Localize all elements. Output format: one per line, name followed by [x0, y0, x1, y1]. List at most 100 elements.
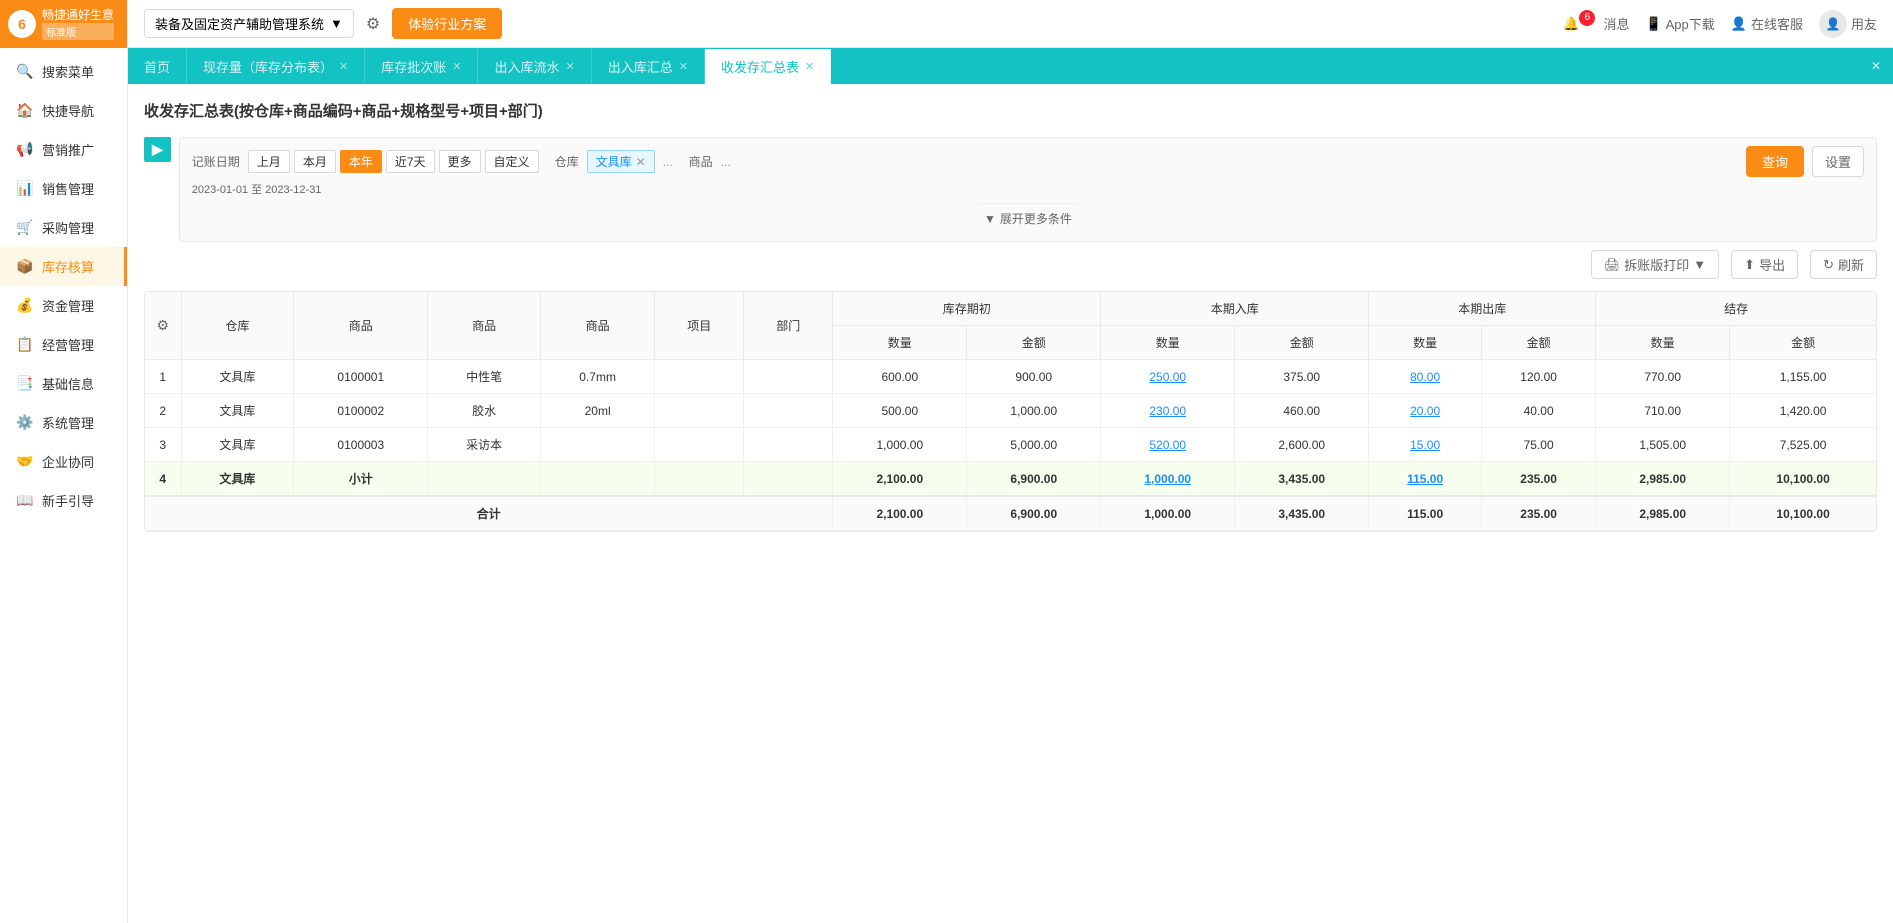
system-select[interactable]: 装备及固定资产辅助管理系统 ▼ [144, 9, 354, 38]
warehouse-tag-close[interactable]: ✕ [636, 155, 646, 169]
cell-init-amt: 5,000.00 [967, 428, 1101, 462]
sidebar-item-finance[interactable]: 💰 资金管理 [0, 286, 127, 325]
refresh-button[interactable]: ↻ 刷新 [1810, 250, 1877, 279]
filter-row: 记账日期 上月 本月 本年 近7天 更多 自定义 仓库 [192, 146, 1864, 177]
th-settings[interactable]: ⚙ [145, 292, 181, 360]
settings-icon[interactable]: ⚙ [366, 14, 380, 34]
th-init-amt: 金额 [967, 326, 1101, 360]
date-btn-7days[interactable]: 近7天 [386, 150, 435, 173]
cell-in-qty[interactable]: 520.00 [1101, 428, 1235, 462]
cell-out-amt: 40.00 [1482, 394, 1596, 428]
print-button[interactable]: 🖨 拆账版打印 ▼ [1591, 250, 1719, 279]
setting-button[interactable]: 设置 [1812, 146, 1864, 177]
page-title: 收发存汇总表(按仓库+商品编码+商品+规格型号+项目+部门) [144, 100, 1877, 121]
cell-in-qty[interactable]: 250.00 [1101, 360, 1235, 394]
table-row: 2 文具库 0100002 胶水 20ml 500.00 1,000.00 23… [145, 394, 1876, 428]
cell-out-qty[interactable]: 80.00 [1369, 360, 1482, 394]
query-button[interactable]: 查询 [1746, 146, 1804, 177]
tab-flow[interactable]: 出入库流水 ✕ [478, 49, 591, 84]
column-settings-icon[interactable]: ⚙ [156, 317, 169, 333]
total-in-amt: 3,435.00 [1235, 496, 1369, 531]
sidebar-logo: 6 畅捷通好生意 标准版 [0, 0, 127, 48]
sidebar-item-inventory[interactable]: 📦 库存核算 [0, 247, 127, 286]
inventory-table: ⚙ 仓库 商品 商品 商品 项目 部门 库存期初 本期入库 本期出库 结存 [145, 292, 1876, 531]
tab-close-flow[interactable]: ✕ [566, 60, 575, 73]
sidebar-item-purchase[interactable]: 🛒 采购管理 [0, 208, 127, 247]
sidebar: 6 畅捷通好生意 标准版 🔍 搜索菜单 🏠 快捷导航 📢 营销推广 📊 销售管理… [0, 0, 128, 923]
logo-text: 畅捷通好生意 标准版 [42, 8, 114, 41]
tab-batch[interactable]: 库存批次账 ✕ [365, 49, 478, 84]
sidebar-item-sales[interactable]: 📊 销售管理 [0, 169, 127, 208]
user-menu[interactable]: 👤 用友 [1819, 10, 1877, 38]
th-warehouse: 仓库 [181, 292, 294, 360]
cell-name: 采访本 [428, 428, 541, 462]
total-row: 合计 2,100.00 6,900.00 1,000.00 3,435.00 1… [145, 496, 1876, 531]
expand-more-btn[interactable]: ▼ 展开更多条件 [978, 203, 1078, 233]
cell-out-amt: 120.00 [1482, 360, 1596, 394]
tab-summary-out[interactable]: 出入库汇总 ✕ [592, 49, 705, 84]
cell-in-qty[interactable]: 230.00 [1101, 394, 1235, 428]
chevron-down-icon: ▼ [1693, 257, 1706, 272]
cell-warehouse: 文具库 [181, 394, 294, 428]
search-icon: 🔍 [16, 63, 34, 80]
sidebar-item-newbie[interactable]: 📖 新手引导 [0, 481, 127, 520]
sub-in-qty[interactable]: 1,000.00 [1101, 462, 1235, 497]
sub-out-amt: 235.00 [1482, 462, 1596, 497]
date-btn-last-month[interactable]: 上月 [248, 150, 290, 173]
total-init-qty: 2,100.00 [833, 496, 967, 531]
cell-out-qty[interactable]: 15.00 [1369, 428, 1482, 462]
tab-home[interactable]: 首页 [128, 49, 187, 84]
app-download-button[interactable]: 📱 App下载 [1645, 14, 1714, 33]
sub-no: 4 [145, 462, 181, 497]
sidebar-item-operations[interactable]: 📋 经营管理 [0, 325, 127, 364]
th-dept: 部门 [744, 292, 833, 360]
tab-receipt-summary[interactable]: 收发存汇总表 ✕ [705, 49, 831, 84]
sidebar-item-system[interactable]: ⚙️ 系统管理 [0, 403, 127, 442]
cell-warehouse: 文具库 [181, 428, 294, 462]
cell-init-amt: 1,000.00 [967, 394, 1101, 428]
tab-close-receipt-summary[interactable]: ✕ [805, 60, 814, 73]
cell-name: 胶水 [428, 394, 541, 428]
filter-expand-row: ▼ 展开更多条件 [192, 203, 1864, 233]
tab-stock-dist[interactable]: 现存量（库存分布表） ✕ [187, 49, 365, 84]
cell-out-qty[interactable]: 20.00 [1369, 394, 1482, 428]
cell-dept [744, 428, 833, 462]
tab-close-stock-dist[interactable]: ✕ [339, 60, 348, 73]
sub-out-qty[interactable]: 115.00 [1369, 462, 1482, 497]
topbar: 装备及固定资产辅助管理系统 ▼ ⚙ 体验行业方案 🔔 6 消息 📱 App下载 … [128, 0, 1893, 48]
th-group-init: 库存期初 [833, 292, 1101, 326]
sidebar-item-search[interactable]: 🔍 搜索菜单 [0, 52, 127, 91]
goods-more-btn[interactable]: ... [721, 155, 731, 169]
date-btn-more[interactable]: 更多 [439, 150, 481, 173]
trial-button[interactable]: 体验行业方案 [392, 8, 502, 39]
cell-bal-qty: 710.00 [1596, 394, 1730, 428]
close-all-tabs[interactable]: ✕ [1859, 51, 1893, 81]
filter-toggle-button[interactable]: ▶ [144, 137, 171, 162]
document-icon: 📑 [16, 375, 34, 392]
sidebar-item-enterprise[interactable]: 🤝 企业协同 [0, 442, 127, 481]
tab-close-batch[interactable]: ✕ [452, 60, 461, 73]
sidebar-item-marketing[interactable]: 📢 营销推广 [0, 130, 127, 169]
online-service-button[interactable]: 👤 在线客服 [1731, 14, 1803, 33]
logo-icon: 6 [8, 10, 36, 38]
warehouse-more-btn[interactable]: ... [663, 155, 673, 169]
gear-icon: ⚙️ [16, 414, 34, 431]
date-btn-this-month[interactable]: 本月 [294, 150, 336, 173]
cell-code: 0100003 [294, 428, 428, 462]
notification-button[interactable]: 🔔 6 消息 [1563, 14, 1629, 33]
cell-spec: 0.7mm [541, 360, 655, 394]
sidebar-item-basic[interactable]: 📑 基础信息 [0, 364, 127, 403]
sub-warehouse: 文具库 [181, 462, 294, 497]
th-group-out: 本期出库 [1369, 292, 1596, 326]
notification-badge: 6 [1579, 10, 1595, 26]
sub-bal-qty: 2,985.00 [1596, 462, 1730, 497]
sidebar-item-quicknav[interactable]: 🏠 快捷导航 [0, 91, 127, 130]
home-icon: 🏠 [16, 102, 34, 119]
date-btn-custom[interactable]: 自定义 [485, 150, 539, 173]
cell-project [655, 428, 744, 462]
export-button[interactable]: ⬆ 导出 [1731, 250, 1798, 279]
cell-init-qty: 600.00 [833, 360, 967, 394]
tab-close-summary-out[interactable]: ✕ [679, 60, 688, 73]
sub-init-amt: 6,900.00 [967, 462, 1101, 497]
date-btn-this-year[interactable]: 本年 [340, 150, 382, 173]
